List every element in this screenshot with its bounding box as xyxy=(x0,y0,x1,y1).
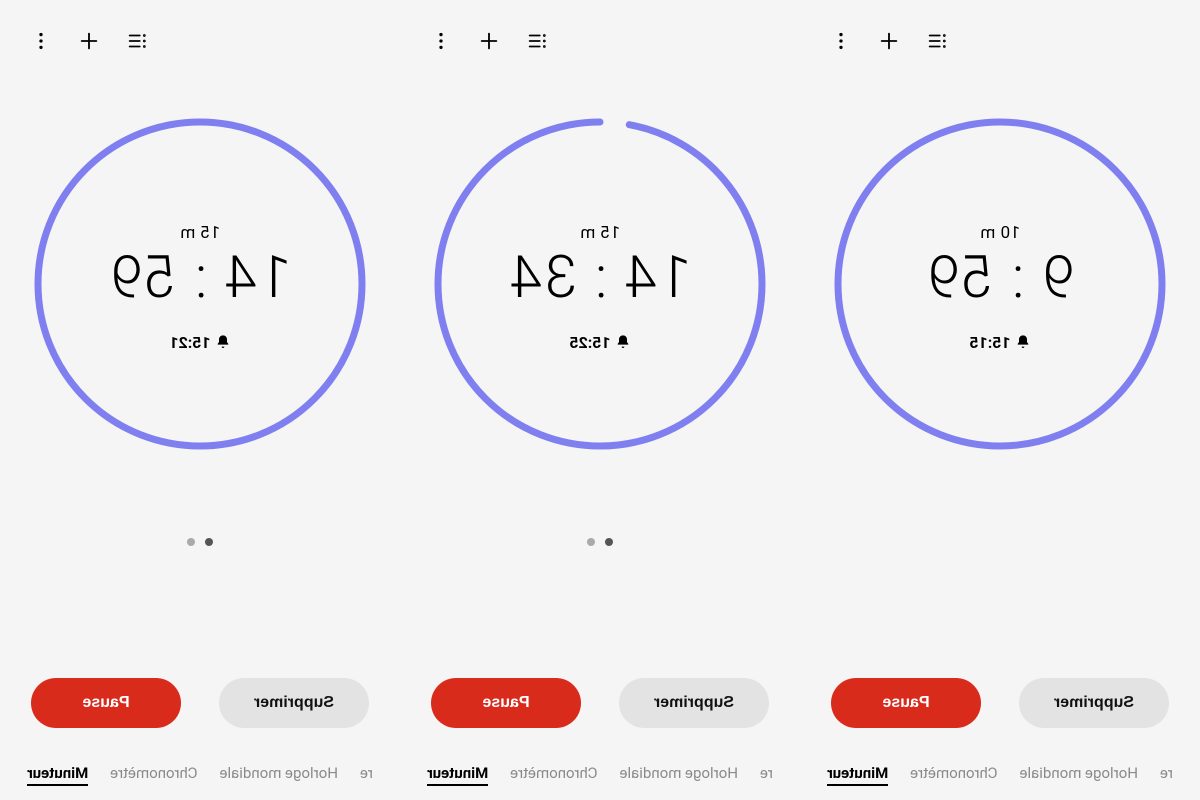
pause-button[interactable]: Pause xyxy=(31,678,181,728)
timer-dial: 15 m 14 : 34 15:25 xyxy=(430,114,770,454)
alarm-time: 15:25 xyxy=(569,333,630,352)
toolbar xyxy=(30,30,148,52)
add-icon[interactable] xyxy=(878,30,900,52)
tab-stopwatch[interactable]: Chronomètre xyxy=(910,764,997,786)
list-icon[interactable] xyxy=(526,30,548,52)
add-icon[interactable] xyxy=(78,30,100,52)
toolbar xyxy=(830,30,948,52)
tab-timer[interactable]: Minuteur xyxy=(27,764,88,786)
page-dot[interactable] xyxy=(605,538,613,546)
page-dot[interactable] xyxy=(587,538,595,546)
timer-actions: Supprimer Pause xyxy=(800,678,1200,728)
timer-remaining[interactable]: 14 : 34 xyxy=(508,249,691,307)
page-dot[interactable] xyxy=(205,538,213,546)
timer-label: 15 m xyxy=(180,223,220,243)
delete-button[interactable]: Supprimer xyxy=(1019,678,1169,728)
tab-cut[interactable]: re xyxy=(760,764,782,786)
timer-dial: 15 m 14 : 59 15:21 xyxy=(30,114,370,454)
bell-icon xyxy=(1015,334,1031,350)
timer-label: 10 m xyxy=(980,223,1020,243)
alarm-time-text: 15:25 xyxy=(569,333,610,352)
delete-button[interactable]: Supprimer xyxy=(219,678,369,728)
alarm-time: 15:15 xyxy=(969,333,1030,352)
alarm-time-text: 15:21 xyxy=(169,333,210,352)
timer-dial: 10 m 9 : 59 15:15 xyxy=(830,114,1170,454)
pause-button[interactable]: Pause xyxy=(831,678,981,728)
delete-button[interactable]: Supprimer xyxy=(619,678,769,728)
bottom-tabs: re Horloge mondiale Chronomètre Minuteur xyxy=(400,764,800,786)
toolbar xyxy=(430,30,548,52)
more-icon[interactable] xyxy=(30,30,52,52)
tab-cut[interactable]: re xyxy=(1160,764,1182,786)
timer-label: 15 m xyxy=(580,223,620,243)
page-dots xyxy=(587,538,613,546)
tab-worldclock[interactable]: Horloge mondiale xyxy=(620,764,739,786)
more-icon[interactable] xyxy=(430,30,452,52)
pause-button[interactable]: Pause xyxy=(431,678,581,728)
add-icon[interactable] xyxy=(478,30,500,52)
timer-screen-1: 10 m 9 : 59 15:15 Supprimer Pause re Hor… xyxy=(800,0,1200,800)
tab-worldclock[interactable]: Horloge mondiale xyxy=(1020,764,1139,786)
bottom-tabs: re Horloge mondiale Chronomètre Minuteur xyxy=(800,764,1200,786)
list-icon[interactable] xyxy=(926,30,948,52)
bottom-tabs: re Horloge mondiale Chronomètre Minuteur xyxy=(0,764,400,786)
timer-screen-3: 15 m 14 : 59 15:21 Supprimer Pause re Ho… xyxy=(0,0,400,800)
alarm-time: 15:21 xyxy=(169,333,230,352)
tab-stopwatch[interactable]: Chronomètre xyxy=(110,764,197,786)
timer-screen-2: 15 m 14 : 34 15:25 Supprimer Pause re Ho… xyxy=(400,0,800,800)
tab-timer[interactable]: Minuteur xyxy=(827,764,888,786)
more-icon[interactable] xyxy=(830,30,852,52)
tab-cut[interactable]: re xyxy=(360,764,382,786)
timer-remaining[interactable]: 14 : 59 xyxy=(108,249,291,307)
timer-remaining[interactable]: 9 : 59 xyxy=(926,249,1075,307)
tab-timer[interactable]: Minuteur xyxy=(427,764,488,786)
bell-icon xyxy=(215,334,231,350)
bell-icon xyxy=(615,334,631,350)
timer-actions: Supprimer Pause xyxy=(0,678,400,728)
page-dot[interactable] xyxy=(187,538,195,546)
page-dots xyxy=(187,538,213,546)
timer-actions: Supprimer Pause xyxy=(400,678,800,728)
list-icon[interactable] xyxy=(126,30,148,52)
tab-worldclock[interactable]: Horloge mondiale xyxy=(220,764,339,786)
tab-stopwatch[interactable]: Chronomètre xyxy=(510,764,597,786)
alarm-time-text: 15:15 xyxy=(969,333,1010,352)
